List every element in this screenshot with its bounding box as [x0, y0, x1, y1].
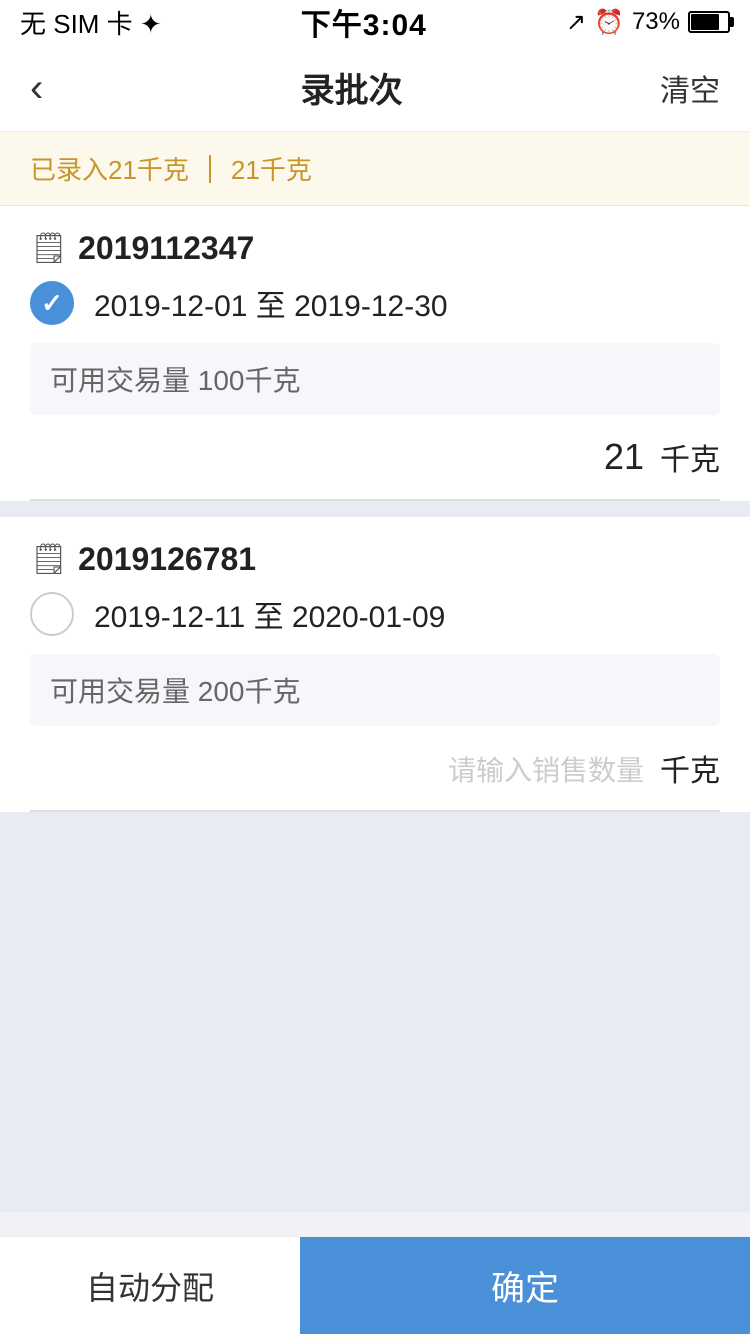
batch-date-row-1[interactable]: ✓ 2019-12-01 至 2019-12-30 — [30, 281, 720, 325]
section-divider — [0, 501, 750, 517]
back-button[interactable]: ‹ — [30, 68, 43, 108]
bottom-bar: 自动分配 确定 — [0, 1236, 750, 1334]
quantity-row-1: 千克 — [0, 415, 750, 499]
status-left: 无 SIM 卡 ✦ — [20, 4, 162, 41]
battery-percent: 73% — [632, 8, 680, 36]
empty-area — [0, 812, 750, 1212]
unit-2: 千克 — [660, 746, 720, 790]
batch-id-row-1: 🗒 2019112347 — [30, 230, 720, 267]
batch-id-row-2: 🗒 2019126781 — [30, 541, 720, 578]
doc-icon-2: 🗒 — [30, 542, 68, 577]
radio-2[interactable] — [30, 592, 74, 636]
confirm-button[interactable]: 确定 — [300, 1237, 750, 1334]
radio-1[interactable]: ✓ — [30, 281, 74, 325]
page-title: 录批次 — [301, 63, 403, 112]
recorded-value: 21千克 — [231, 150, 312, 187]
avail-row-2: 可用交易量 200千克 — [30, 654, 720, 726]
auto-distribute-button[interactable]: 自动分配 — [0, 1237, 300, 1334]
batch-card-1: 🗒 2019112347 ✓ 2019-12-01 至 2019-12-30 可… — [0, 206, 750, 501]
quantity-input-2[interactable] — [179, 747, 644, 789]
alarm-icon: ⏰ — [594, 8, 624, 37]
location-icon: ↗ — [566, 8, 586, 37]
avail-row-1: 可用交易量 100千克 — [30, 343, 720, 415]
batch-date-row-2[interactable]: 2019-12-11 至 2020-01-09 — [30, 592, 720, 636]
check-icon-1: ✓ — [41, 290, 63, 316]
batch-id-1: 2019112347 — [78, 230, 254, 267]
quantity-input-1[interactable] — [179, 436, 644, 478]
batch-date-1: 2019-12-01 至 2019-12-30 — [94, 281, 448, 325]
nav-bar: ‹ 录批次 清空 — [0, 44, 750, 132]
batch-card-2: 🗒 2019126781 2019-12-11 至 2020-01-09 可用交… — [0, 517, 750, 812]
info-banner: 已录入21千克 21千克 — [0, 132, 750, 206]
unit-1: 千克 — [660, 435, 720, 479]
status-bar: 无 SIM 卡 ✦ 下午3:04 ↗ ⏰ 73% — [0, 0, 750, 44]
doc-icon-1: 🗒 — [30, 231, 68, 266]
content-area: 🗒 2019112347 ✓ 2019-12-01 至 2019-12-30 可… — [0, 206, 750, 1334]
recorded-label: 已录入21千克 — [30, 150, 189, 187]
sim-label: 无 SIM 卡 ✦ — [20, 4, 162, 41]
banner-divider — [209, 155, 211, 183]
batch-date-2: 2019-12-11 至 2020-01-09 — [94, 592, 445, 636]
clear-button[interactable]: 清空 — [660, 66, 720, 110]
status-time: 下午3:04 — [301, 0, 427, 44]
quantity-row-2: 千克 — [0, 726, 750, 810]
batch-id-2: 2019126781 — [78, 541, 256, 578]
status-right: ↗ ⏰ 73% — [566, 8, 730, 37]
battery-icon — [688, 11, 730, 33]
